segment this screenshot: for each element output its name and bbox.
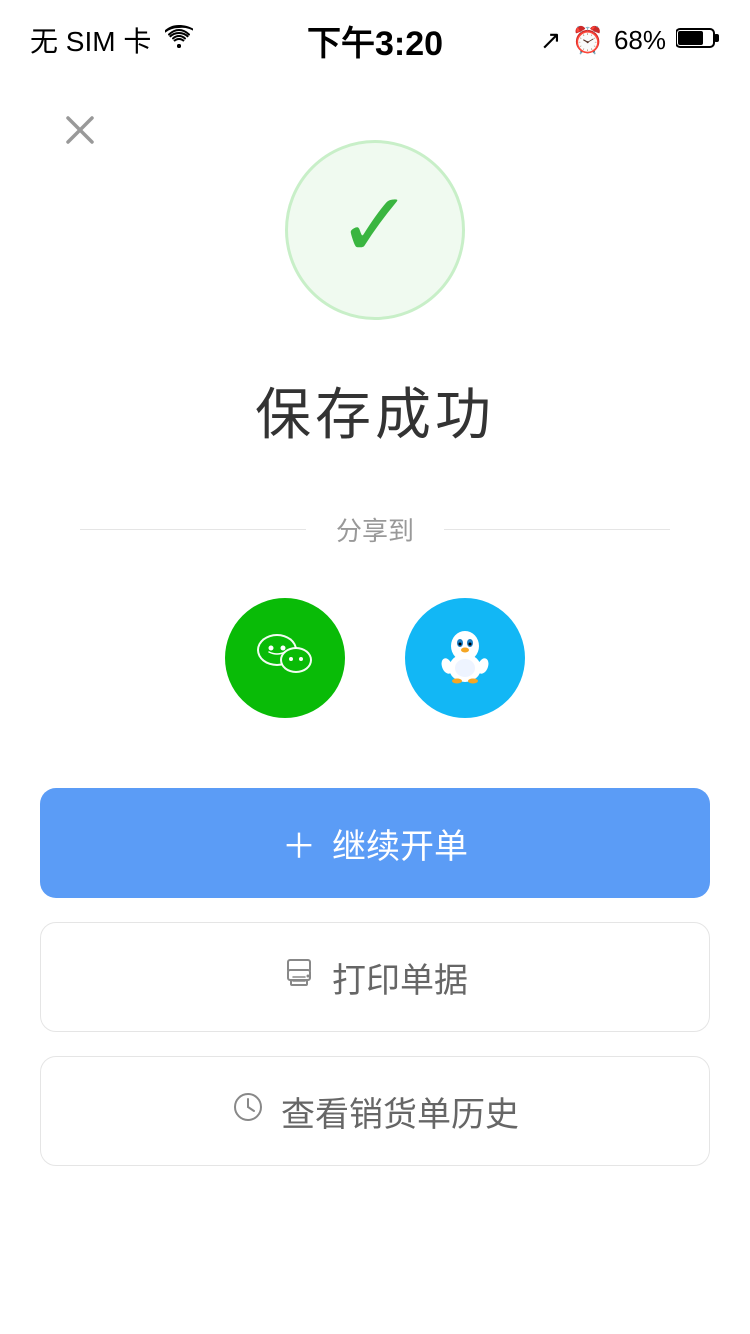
status-right: ↗ ⏰ 68% (540, 25, 720, 56)
close-button[interactable] (50, 100, 110, 160)
success-icon-circle: ✓ (285, 140, 465, 320)
qq-share-button[interactable] (405, 598, 525, 718)
history-label: 查看销货单历史 (281, 1087, 519, 1136)
wechat-share-button[interactable] (225, 598, 345, 718)
carrier-text: 无 SIM 卡 (30, 20, 151, 60)
time-display: 下午3:20 (307, 16, 443, 65)
checkmark-icon: ✓ (337, 181, 412, 271)
status-bar: 无 SIM 卡 下午3:20 ↗ ⏰ 68% (0, 0, 750, 80)
action-buttons: ＋ 继续开单 打印单据 (0, 788, 750, 1166)
wifi-icon (165, 24, 193, 56)
continue-label: 继续开单 (332, 819, 468, 868)
qq-icon (430, 622, 500, 695)
main-content: ✓ 保存成功 分享到 (0, 80, 750, 1166)
wechat-icon (250, 622, 320, 695)
plus-icon: ＋ (282, 819, 316, 868)
share-divider: 分享到 (0, 511, 750, 548)
print-button[interactable]: 打印单据 (40, 922, 710, 1032)
divider-right (444, 529, 670, 530)
print-label: 打印单据 (332, 953, 468, 1002)
location-icon: ↗ (540, 25, 562, 56)
continue-button[interactable]: ＋ 继续开单 (40, 788, 710, 898)
success-title: 保存成功 (255, 370, 495, 451)
share-label: 分享到 (306, 511, 444, 548)
alarm-icon: ⏰ (572, 25, 604, 56)
divider-left (80, 529, 306, 530)
history-button[interactable]: 查看销货单历史 (40, 1056, 710, 1166)
print-icon (282, 956, 316, 999)
clock-icon (231, 1090, 265, 1133)
battery-percentage: 68% (614, 25, 666, 56)
share-icons-row (225, 598, 525, 718)
battery-icon (676, 25, 720, 56)
status-left: 无 SIM 卡 (30, 20, 193, 60)
